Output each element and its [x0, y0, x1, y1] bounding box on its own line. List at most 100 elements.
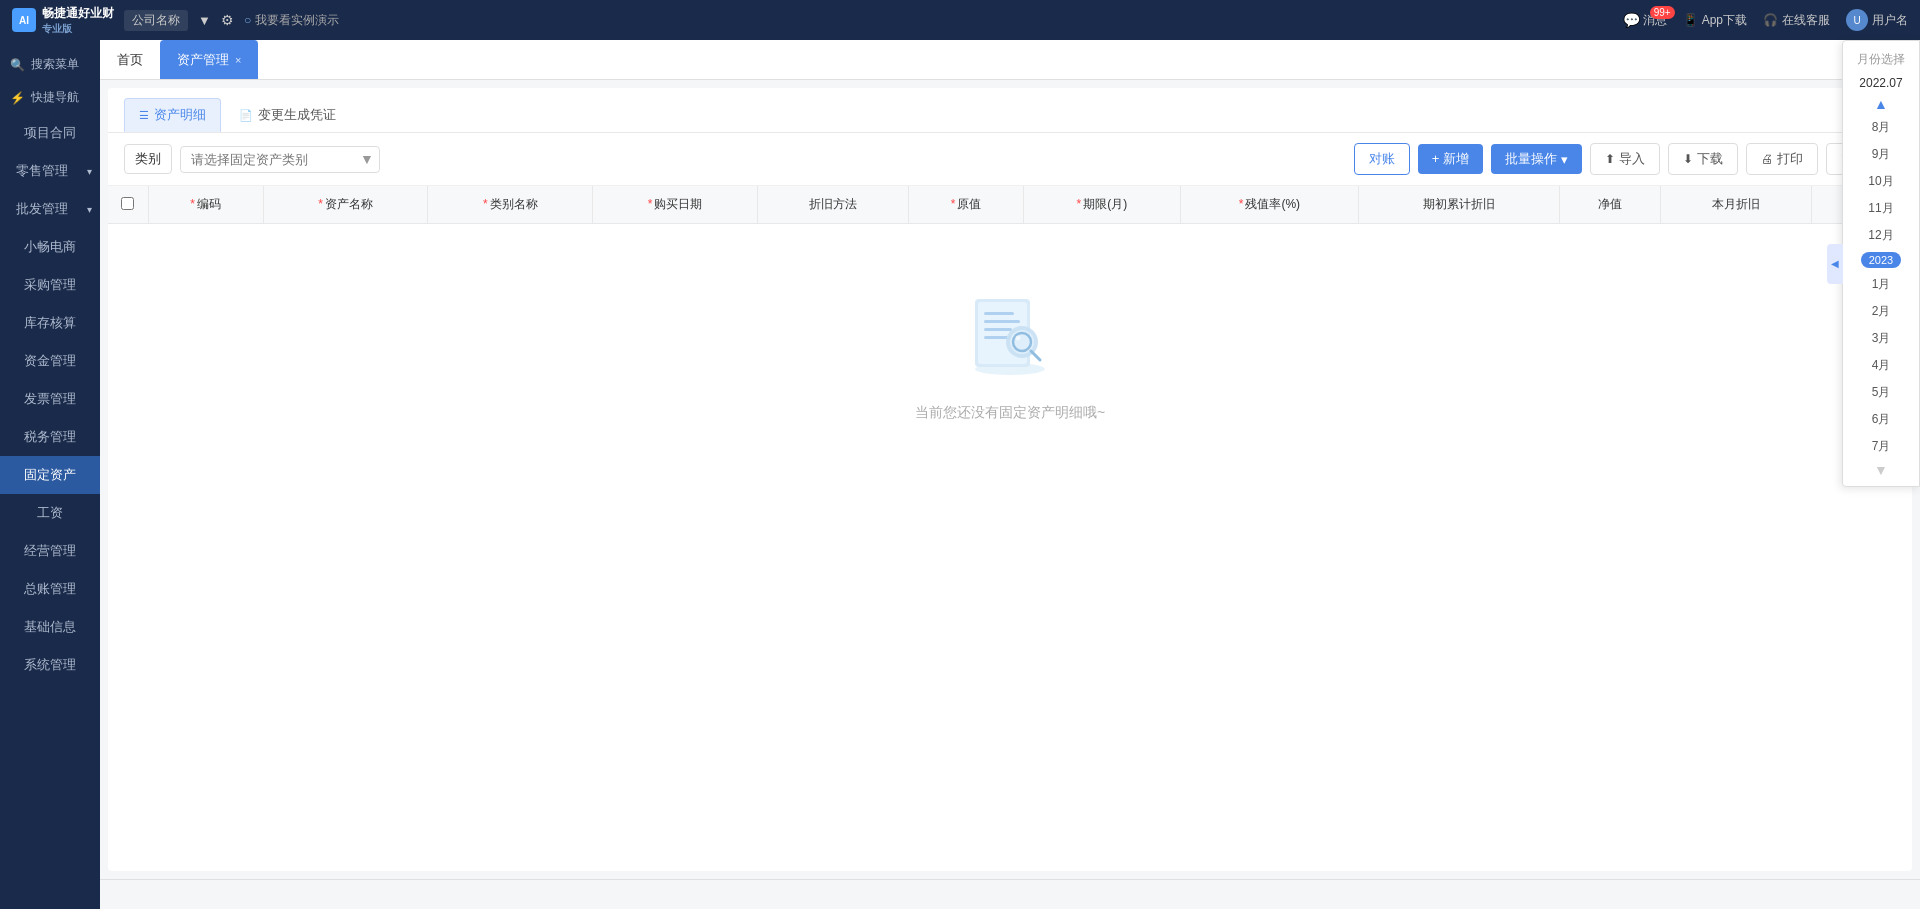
chevron-down-icon: ▾ [87, 166, 92, 177]
toolbar-left: 类别 ▼ [124, 144, 374, 174]
main-layout: 🔍 搜索菜单 ⚡ 快捷导航 项目合同 零售管理 ▾ 批发管理 ▾ 小畅电商 采购… [0, 40, 1920, 909]
chevron-down-icon: ▾ [87, 204, 92, 215]
panel-toggle[interactable]: ◀ [1827, 244, 1843, 284]
settings-icon[interactable]: ⚙ [221, 12, 234, 28]
toolbar-right: 对账 + 新增 批量操作 ▾ ⬆ 导入 ⬇ 下载 [1354, 143, 1896, 175]
empty-text: 当前您还没有固定资产明细哦~ [915, 404, 1105, 422]
bottom-bar [100, 879, 1920, 909]
sub-tab-change-voucher[interactable]: 📄 变更生成凭证 [225, 99, 350, 131]
dropdown-arrow-icon[interactable]: ▼ [360, 151, 374, 167]
checkbox-header [108, 186, 148, 224]
print-button[interactable]: 🖨 打印 [1746, 143, 1818, 175]
empty-illustration [950, 284, 1070, 384]
col-residual-rate: *残值率(%) [1180, 186, 1359, 224]
top-bar: AI 畅捷通好业财 专业版 公司名称 ▼ ⚙ ○ 我要看实例演示 💬 消息 99… [0, 0, 1920, 40]
content-area: 首页 资产管理 × ☰ 资产明细 📄 变更生成凭证 [100, 40, 1920, 909]
sidebar-item-finance[interactable]: 资金管理 [0, 342, 100, 380]
app-logo: AI 畅捷通好业财 专业版 [12, 5, 114, 36]
demo-link[interactable]: ○ 我要看实例演示 [244, 12, 339, 29]
empty-state: 当前您还没有固定资产明细哦~ [108, 224, 1912, 482]
col-category: *类别名称 [428, 186, 593, 224]
sidebar-item-salary[interactable]: 工资 [0, 494, 100, 532]
app-name: 畅捷通好业财 专业版 [42, 5, 114, 36]
sidebar-item-inventory[interactable]: 库存核算 [0, 304, 100, 342]
table-header-row: *编码 *资产名称 *类别名称 *购买日期 折旧方法 *原值 *期限(月) *残… [108, 186, 1912, 224]
month-item-3[interactable]: 3月 [1843, 325, 1919, 352]
toolbar: 类别 ▼ 对账 + 新增 批量操作 ▾ [108, 133, 1912, 186]
quick-nav[interactable]: ⚡ 快捷导航 [0, 81, 100, 114]
sidebar-item-project[interactable]: 项目合同 [0, 114, 100, 152]
sidebar-item-tax[interactable]: 税务管理 [0, 418, 100, 456]
sub-tabs: ☰ 资产明细 📄 变更生成凭证 [108, 88, 1912, 133]
tab-home[interactable]: 首页 [100, 40, 160, 79]
sidebar-item-wholesale[interactable]: 批发管理 ▾ [0, 190, 100, 228]
tab-close-icon[interactable]: × [235, 54, 241, 66]
month-item-1[interactable]: 1月 [1843, 271, 1919, 298]
svg-rect-4 [984, 320, 1020, 323]
current-year-badge: 2023 [1861, 252, 1901, 268]
month-item-11[interactable]: 11月 [1843, 195, 1919, 222]
online-service-link[interactable]: 🎧 在线客服 [1763, 12, 1830, 29]
message-badge[interactable]: 💬 消息 99+ [1623, 12, 1667, 29]
sidebar: 🔍 搜索菜单 ⚡ 快捷导航 项目合同 零售管理 ▾ 批发管理 ▾ 小畅电商 采购… [0, 40, 100, 909]
sidebar-item-ledger[interactable]: 总账管理 [0, 570, 100, 608]
month-item-6[interactable]: 6月 [1843, 406, 1919, 433]
month-item-12[interactable]: 12月 [1843, 222, 1919, 249]
col-monthly-depr: 本月折旧 [1661, 186, 1812, 224]
month-down-arrow[interactable]: ▼ [1843, 460, 1919, 480]
search-menu[interactable]: 🔍 搜索菜单 [0, 48, 100, 81]
page-content: ☰ 资产明细 📄 变更生成凭证 类别 ▼ [108, 88, 1912, 871]
svg-rect-5 [984, 328, 1012, 331]
col-period: *期限(月) [1024, 186, 1181, 224]
category-filter[interactable]: 类别 [124, 144, 172, 174]
import-button[interactable]: ⬆ 导入 [1590, 143, 1660, 175]
sidebar-item-operation[interactable]: 经营管理 [0, 532, 100, 570]
sidebar-item-fixed-assets[interactable]: 固定资产 [0, 456, 100, 494]
company-dropdown[interactable]: ▼ [198, 13, 211, 28]
col-net-value: 净值 [1559, 186, 1660, 224]
chevron-down-icon: ▾ [1561, 152, 1568, 167]
download-button[interactable]: ⬇ 下载 [1668, 143, 1738, 175]
sidebar-item-ecommerce[interactable]: 小畅电商 [0, 228, 100, 266]
sidebar-item-system[interactable]: 系统管理 [0, 646, 100, 684]
add-button[interactable]: + 新增 [1418, 144, 1483, 174]
month-item-5[interactable]: 5月 [1843, 379, 1919, 406]
company-name[interactable]: 公司名称 [124, 10, 188, 31]
logo-icon: AI [12, 8, 36, 32]
app-download-link[interactable]: 📱 App下载 [1683, 12, 1747, 29]
sidebar-item-invoice[interactable]: 发票管理 [0, 380, 100, 418]
select-all-checkbox[interactable] [121, 197, 134, 210]
top-bar-left: AI 畅捷通好业财 专业版 公司名称 ▼ ⚙ ○ 我要看实例演示 [12, 5, 339, 36]
table-container: *编码 *资产名称 *类别名称 *购买日期 折旧方法 *原值 *期限(月) *残… [108, 186, 1912, 871]
sidebar-item-basic-info[interactable]: 基础信息 [0, 608, 100, 646]
year-2022-label: 2022.07 [1851, 72, 1910, 94]
month-item-8[interactable]: 8月 [1843, 114, 1919, 141]
reconcile-button[interactable]: 对账 [1354, 143, 1410, 175]
sub-tab-asset-detail[interactable]: ☰ 资产明细 [124, 98, 221, 132]
sidebar-item-purchase[interactable]: 采购管理 [0, 266, 100, 304]
month-panel-title: 月份选择 [1857, 47, 1905, 72]
tab-asset-management[interactable]: 资产管理 × [160, 40, 258, 79]
svg-rect-3 [984, 312, 1014, 315]
month-item-9[interactable]: 9月 [1843, 141, 1919, 168]
col-period-accum-depr: 期初累计折旧 [1359, 186, 1560, 224]
col-original-value: *原值 [908, 186, 1023, 224]
month-item-7[interactable]: 7月 [1843, 433, 1919, 460]
sidebar-item-retail[interactable]: 零售管理 ▾ [0, 152, 100, 190]
nav-icon: ⚡ [10, 91, 25, 105]
category-input[interactable] [180, 146, 380, 173]
top-bar-right: 💬 消息 99+ 📱 App下载 🎧 在线客服 U 用户名 [1623, 9, 1908, 31]
message-count: 99+ [1650, 6, 1675, 19]
month-panel: ◀ 月份选择 2022.07 ▲ 8月 9月 10月 11月 12月 2023 … [1842, 40, 1920, 487]
month-item-2[interactable]: 2月 [1843, 298, 1919, 325]
svg-line-10 [1031, 351, 1040, 360]
month-item-4[interactable]: 4月 [1843, 352, 1919, 379]
month-item-10[interactable]: 10月 [1843, 168, 1919, 195]
svg-point-11 [1016, 336, 1021, 341]
col-asset-name: *资产名称 [263, 186, 428, 224]
asset-table: *编码 *资产名称 *类别名称 *购买日期 折旧方法 *原值 *期限(月) *残… [108, 186, 1912, 482]
batch-operation-button[interactable]: 批量操作 ▾ [1491, 144, 1582, 174]
user-avatar[interactable]: U 用户名 [1846, 9, 1908, 31]
month-up-arrow[interactable]: ▲ [1843, 94, 1919, 114]
col-depreciation-method: 折旧方法 [757, 186, 908, 224]
